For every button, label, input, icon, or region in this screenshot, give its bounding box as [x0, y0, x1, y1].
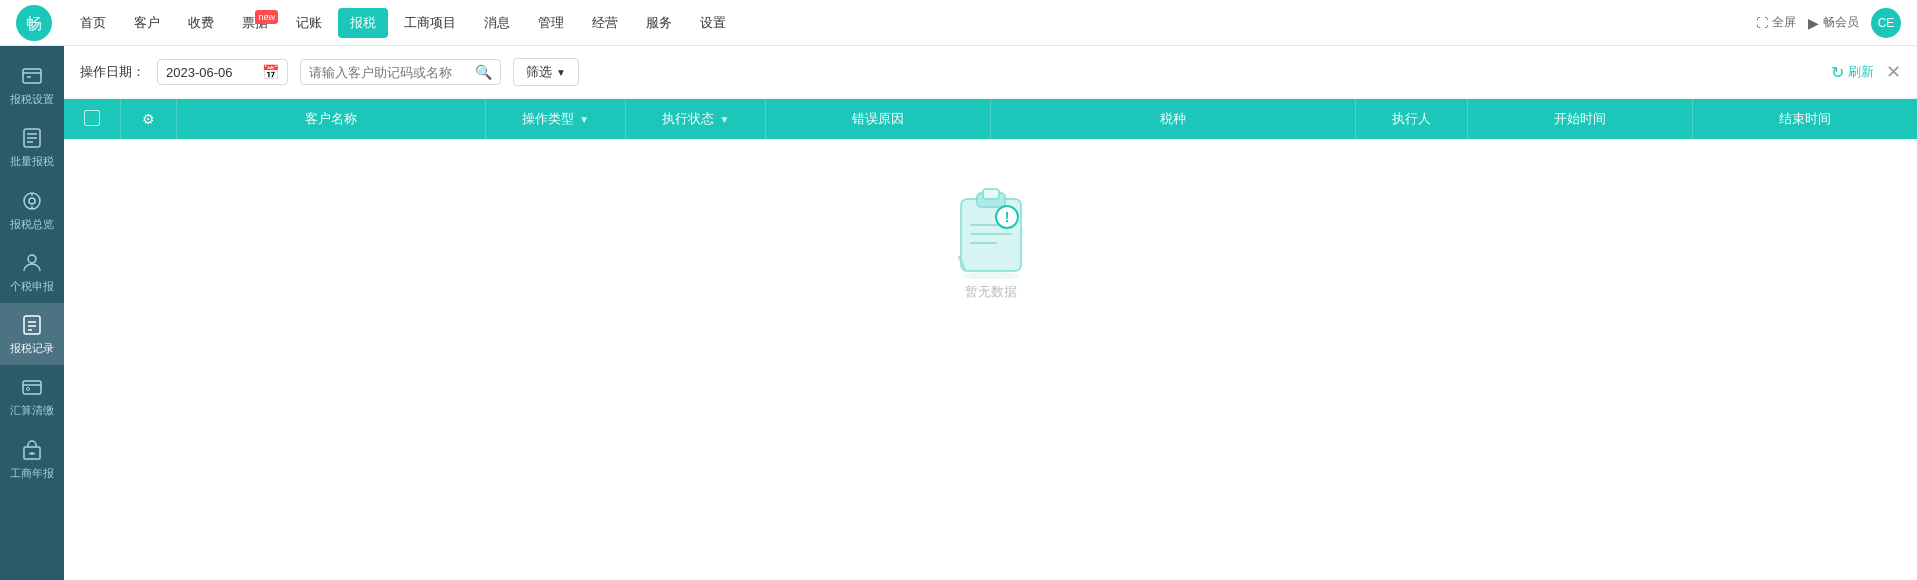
empty-state-cell: ! 暂无数据: [64, 139, 1917, 341]
svg-rect-14: [24, 316, 40, 334]
search-input[interactable]: [309, 65, 469, 80]
table-header-row: ⚙ 客户名称 操作类型 ▼ 执行状态 ▼: [64, 99, 1917, 139]
th-end-time: 结束时间: [1692, 99, 1917, 139]
nav-item-fee[interactable]: 收费: [176, 8, 226, 38]
chevron-down-icon: ▼: [556, 67, 566, 78]
toolbar-right: ↻ 刷新 ✕: [1831, 63, 1901, 82]
date-picker[interactable]: 📅: [157, 59, 288, 85]
batch-tax-label: 批量报税: [10, 154, 54, 168]
nav-item-service[interactable]: 服务: [634, 8, 684, 38]
svg-point-33: [963, 272, 1019, 279]
svg-point-20: [27, 388, 30, 391]
refresh-button[interactable]: ↻ 刷新: [1831, 63, 1874, 82]
avatar[interactable]: CE: [1871, 8, 1901, 38]
annual-report-label: 工商年报: [10, 466, 54, 480]
svg-text:畅: 畅: [26, 15, 42, 32]
th-op-type[interactable]: 操作类型 ▼: [485, 99, 625, 139]
search-icon[interactable]: 🔍: [475, 64, 492, 80]
personal-tax-icon: [20, 251, 44, 275]
top-navigation: 畅 首页 客户 收费 票据 new 记账 报税 工商项目 消息 管理 经营 服务…: [0, 0, 1917, 46]
sort-icon-exec-status: ▼: [720, 114, 730, 125]
toolbar: 操作日期： 📅 🔍 筛选 ▼ ↻ 刷新 ✕: [64, 46, 1917, 99]
remittance-label: 汇算清缴: [10, 403, 54, 417]
sidebar-item-remittance[interactable]: 汇算清缴: [0, 365, 64, 427]
tax-summary-icon: [20, 189, 44, 213]
th-customer: 客户名称: [176, 99, 485, 139]
tax-settings-label: 报税设置: [10, 92, 54, 106]
main-layout: 报税设置 批量报税 报税总览: [0, 46, 1917, 580]
tax-settings-icon: [20, 64, 44, 88]
th-error-reason: 错误原因: [766, 99, 991, 139]
nav-item-industry[interactable]: 工商项目: [392, 8, 468, 38]
nav-items: 首页 客户 收费 票据 new 记账 报税 工商项目 消息 管理 经营 服务 设…: [68, 8, 1756, 38]
svg-point-10: [29, 198, 35, 204]
th-start-time: 开始时间: [1468, 99, 1693, 139]
top-nav-right: ⛶ 全屏 ▶ 畅会员 CE: [1756, 8, 1901, 38]
table-body: ! 暂无数据: [64, 139, 1917, 341]
svg-rect-18: [23, 381, 41, 394]
member-icon: ▶: [1808, 15, 1819, 31]
filter-button[interactable]: 筛选 ▼: [513, 58, 579, 86]
th-tax-type: 税种: [990, 99, 1355, 139]
nav-item-management[interactable]: 管理: [526, 8, 576, 38]
fullscreen-label: 全屏: [1772, 14, 1796, 31]
nav-item-message[interactable]: 消息: [472, 8, 522, 38]
svg-rect-26: [983, 189, 999, 199]
table-container: ⚙ 客户名称 操作类型 ▼ 执行状态 ▼: [64, 99, 1917, 580]
sidebar: 报税设置 批量报税 报税总览: [0, 46, 64, 580]
sidebar-item-personal-tax[interactable]: 个税申报: [0, 241, 64, 303]
empty-text: 暂无数据: [965, 283, 1017, 301]
annual-report-icon: [20, 438, 44, 462]
svg-rect-2: [23, 69, 41, 83]
empty-state: ! 暂无数据: [64, 139, 1917, 341]
fullscreen-icon: ⛶: [1756, 16, 1768, 30]
batch-tax-icon: [20, 126, 44, 150]
tax-records-label: 报税记录: [10, 341, 54, 355]
select-all-checkbox[interactable]: [84, 110, 100, 126]
th-settings[interactable]: ⚙: [120, 99, 176, 139]
th-checkbox[interactable]: [64, 99, 120, 139]
calendar-icon: 📅: [262, 64, 279, 80]
th-exec-status[interactable]: 执行状态 ▼: [625, 99, 765, 139]
empty-illustration: !: [941, 179, 1041, 279]
date-label: 操作日期：: [80, 63, 145, 81]
nav-item-bookkeeping[interactable]: 记账: [284, 8, 334, 38]
search-box[interactable]: 🔍: [300, 59, 501, 85]
sort-icon-op-type: ▼: [579, 114, 589, 125]
svg-text:!: !: [1004, 209, 1009, 225]
th-executor: 执行人: [1355, 99, 1467, 139]
content-area: 操作日期： 📅 🔍 筛选 ▼ ↻ 刷新 ✕: [64, 46, 1917, 580]
refresh-icon: ↻: [1831, 63, 1844, 82]
sidebar-item-tax-records[interactable]: 报税记录: [0, 303, 64, 365]
new-badge: new: [255, 10, 278, 24]
nav-item-settings[interactable]: 设置: [688, 8, 738, 38]
date-input[interactable]: [166, 65, 256, 80]
sidebar-item-annual-report[interactable]: 工商年报: [0, 428, 64, 490]
tax-records-icon: [20, 313, 44, 337]
remittance-icon: [20, 375, 44, 399]
sidebar-item-batch-tax[interactable]: 批量报税: [0, 116, 64, 178]
data-table: ⚙ 客户名称 操作类型 ▼ 执行状态 ▼: [64, 99, 1917, 341]
nav-item-tax[interactable]: 报税: [338, 8, 388, 38]
empty-state-row: ! 暂无数据: [64, 139, 1917, 341]
member-button[interactable]: ▶ 畅会员: [1808, 14, 1859, 31]
member-label: 畅会员: [1823, 14, 1859, 31]
personal-tax-label: 个税申报: [10, 279, 54, 293]
nav-item-client[interactable]: 客户: [122, 8, 172, 38]
close-button[interactable]: ✕: [1886, 63, 1901, 81]
svg-point-13: [28, 255, 36, 263]
sidebar-item-tax-settings[interactable]: 报税设置: [0, 54, 64, 116]
refresh-label: 刷新: [1848, 63, 1874, 81]
tax-summary-label: 报税总览: [10, 217, 54, 231]
sidebar-item-tax-summary[interactable]: 报税总览: [0, 179, 64, 241]
nav-item-invoice[interactable]: 票据 new: [230, 8, 280, 38]
nav-item-home[interactable]: 首页: [68, 8, 118, 38]
nav-item-operation[interactable]: 经营: [580, 8, 630, 38]
app-logo[interactable]: 畅: [16, 5, 52, 41]
column-settings-icon[interactable]: ⚙: [142, 111, 155, 127]
fullscreen-button[interactable]: ⛶ 全屏: [1756, 14, 1796, 31]
filter-label: 筛选: [526, 63, 552, 81]
